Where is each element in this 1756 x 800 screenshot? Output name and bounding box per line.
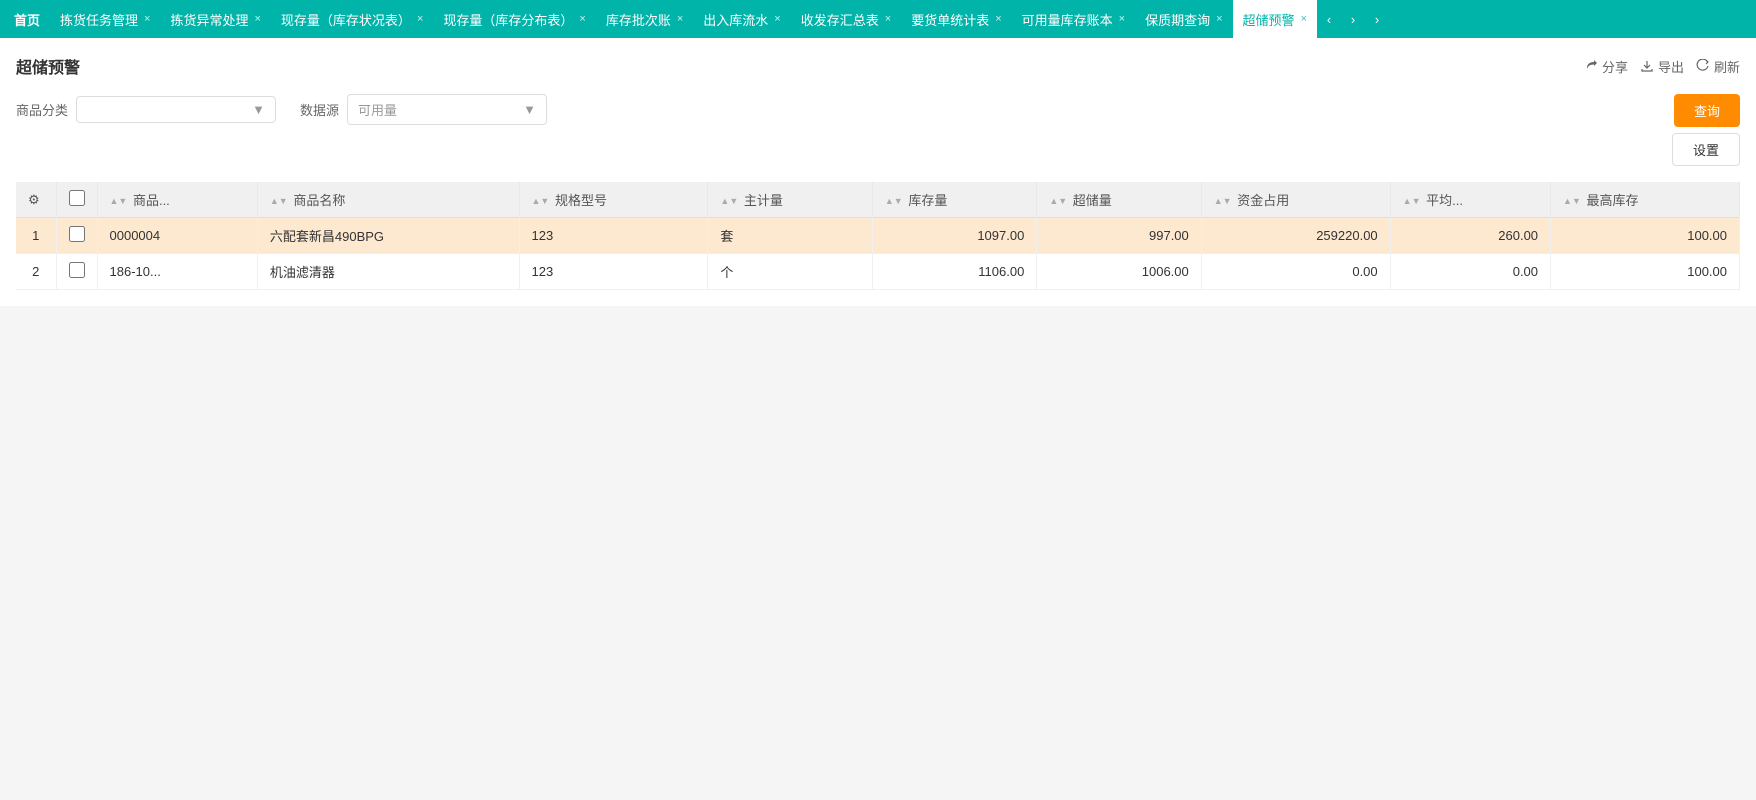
close-icon[interactable]: ×: [1216, 13, 1222, 25]
checkbox-column-header: [56, 182, 97, 218]
product-category-label: 商品分类: [16, 100, 68, 119]
avg-cost-cell: 0.00: [1390, 254, 1550, 290]
data-source-label: 数据源: [300, 100, 339, 119]
spec-cell: 123: [519, 254, 708, 290]
refresh-button[interactable]: 刷新: [1696, 57, 1740, 76]
top-navigation: 首页 拣货任务管理 × 拣货异常处理 × 现存量（库存状况表） × 现存量（库存…: [0, 0, 1756, 38]
avg-cost-header: ▲▼ 平均...: [1390, 182, 1550, 218]
row-number: 1: [16, 218, 56, 254]
settings-button[interactable]: 设置: [1672, 133, 1740, 166]
avg-cost-cell: 260.00: [1390, 218, 1550, 254]
stock-cell: 1106.00: [872, 254, 1036, 290]
close-icon[interactable]: ×: [254, 13, 260, 25]
nav-item-batch-account[interactable]: 库存批次账 ×: [596, 0, 693, 38]
unit-header: ▲▼ 主计量: [708, 182, 872, 218]
stock-cell: 1097.00: [872, 218, 1036, 254]
unit-cell: 个: [708, 254, 872, 290]
gear-icon[interactable]: ⚙: [28, 192, 40, 207]
close-icon[interactable]: ×: [1119, 13, 1125, 25]
share-icon: [1584, 59, 1598, 73]
table-header-row: ⚙ ▲▼ 商品... ▲▼ 商品名称 ▲▼ 规格型号 ▲▼: [16, 182, 1740, 218]
refresh-icon: [1696, 59, 1710, 73]
page-container: 超储预警 分享 导出 刷新 商品分类 ▼: [0, 38, 1756, 306]
max-stock-cell: 100.00: [1551, 218, 1740, 254]
sort-icon: ▲▼: [110, 197, 128, 206]
row-number: 2: [16, 254, 56, 290]
share-button[interactable]: 分享: [1584, 57, 1628, 76]
close-icon[interactable]: ×: [774, 13, 780, 25]
gear-column-header: ⚙: [16, 182, 56, 218]
sort-icon: ▲▼: [270, 197, 288, 206]
capital-occupied-header: ▲▼ 资金占用: [1201, 182, 1390, 218]
sort-icon: ▲▼: [1563, 197, 1581, 206]
sort-icon: ▲▼: [1403, 197, 1421, 206]
nav-item-inout-flow[interactable]: 出入库流水 ×: [693, 0, 790, 38]
nav-next-arrow[interactable]: ›: [1341, 0, 1365, 38]
nav-item-order-stats[interactable]: 要货单统计表 ×: [901, 0, 1011, 38]
overstock-table: ⚙ ▲▼ 商品... ▲▼ 商品名称 ▲▼ 规格型号 ▲▼: [16, 182, 1740, 290]
nav-expand-arrow[interactable]: ›: [1365, 0, 1389, 38]
product-name-cell: 六配套新昌490BPG: [257, 218, 519, 254]
close-icon[interactable]: ×: [144, 13, 150, 25]
close-icon[interactable]: ×: [1301, 13, 1307, 25]
row-checkbox[interactable]: [69, 262, 85, 278]
product-code-cell: 186-10...: [97, 254, 257, 290]
page-title: 超储预警: [16, 54, 80, 78]
chevron-down-icon: ▼: [252, 102, 265, 117]
nav-item-abnormal[interactable]: 拣货异常处理 ×: [160, 0, 270, 38]
sort-icon: ▲▼: [720, 197, 738, 206]
nav-item-usable-account[interactable]: 可用量库存账本 ×: [1012, 0, 1135, 38]
query-button[interactable]: 查询: [1674, 94, 1740, 127]
spec-header: ▲▼ 规格型号: [519, 182, 708, 218]
overstock-cell: 997.00: [1037, 218, 1201, 254]
close-icon[interactable]: ×: [417, 13, 423, 25]
sort-icon: ▲▼: [1214, 197, 1232, 206]
nav-item-stock-dist[interactable]: 现存量（库存分布表） ×: [433, 0, 595, 38]
close-icon[interactable]: ×: [579, 13, 585, 25]
sort-icon: ▲▼: [532, 197, 550, 206]
nav-item-task-mgmt[interactable]: 拣货任务管理 ×: [50, 0, 160, 38]
nav-item-receipt-summary[interactable]: 收发存汇总表 ×: [791, 0, 901, 38]
nav-item-home[interactable]: 首页: [4, 0, 50, 38]
nav-item-overstock-warning[interactable]: 超储预警 ×: [1233, 0, 1317, 38]
data-source-filter: 数据源 可用量 ▼: [300, 94, 547, 125]
sort-icon: ▲▼: [1049, 197, 1067, 206]
stock-header: ▲▼ 库存量: [872, 182, 1036, 218]
sort-icon: ▲▼: [885, 197, 903, 206]
nav-item-quality-query[interactable]: 保质期查询 ×: [1135, 0, 1232, 38]
overstock-cell: 1006.00: [1037, 254, 1201, 290]
capital-occupied-cell: 0.00: [1201, 254, 1390, 290]
export-icon: [1640, 59, 1654, 73]
nav-prev-arrow[interactable]: ‹: [1317, 0, 1341, 38]
product-category-select[interactable]: ▼: [76, 96, 276, 123]
product-category-filter: 商品分类 ▼: [16, 96, 276, 123]
close-icon[interactable]: ×: [885, 13, 891, 25]
overstock-header: ▲▼ 超储量: [1037, 182, 1201, 218]
unit-cell: 套: [708, 218, 872, 254]
nav-item-stock-status[interactable]: 现存量（库存状况表） ×: [271, 0, 433, 38]
product-name-header: ▲▼ 商品名称: [257, 182, 519, 218]
page-actions: 分享 导出 刷新: [1584, 57, 1740, 76]
data-source-select[interactable]: 可用量 ▼: [347, 94, 547, 125]
product-code-cell: 0000004: [97, 218, 257, 254]
chevron-down-icon: ▼: [523, 102, 536, 117]
capital-occupied-cell: 259220.00: [1201, 218, 1390, 254]
page-header: 超储预警 分享 导出 刷新: [16, 54, 1740, 78]
row-checkbox[interactable]: [69, 226, 85, 242]
max-stock-header: ▲▼ 最高库存: [1551, 182, 1740, 218]
table-row: 1 0000004 六配套新昌490BPG 123 套 1097.00 997.…: [16, 218, 1740, 254]
row-checkbox-cell: [56, 254, 97, 290]
spec-cell: 123: [519, 218, 708, 254]
close-icon[interactable]: ×: [995, 13, 1001, 25]
product-code-header: ▲▼ 商品...: [97, 182, 257, 218]
close-icon[interactable]: ×: [677, 13, 683, 25]
row-checkbox-cell: [56, 218, 97, 254]
select-all-checkbox[interactable]: [69, 190, 85, 206]
max-stock-cell: 100.00: [1551, 254, 1740, 290]
export-button[interactable]: 导出: [1640, 57, 1684, 76]
filter-buttons: 查询 设置: [1672, 94, 1740, 166]
table-row: 2 186-10... 机油滤清器 123 个 1106.00 1006.00 …: [16, 254, 1740, 290]
product-name-cell: 机油滤清器: [257, 254, 519, 290]
